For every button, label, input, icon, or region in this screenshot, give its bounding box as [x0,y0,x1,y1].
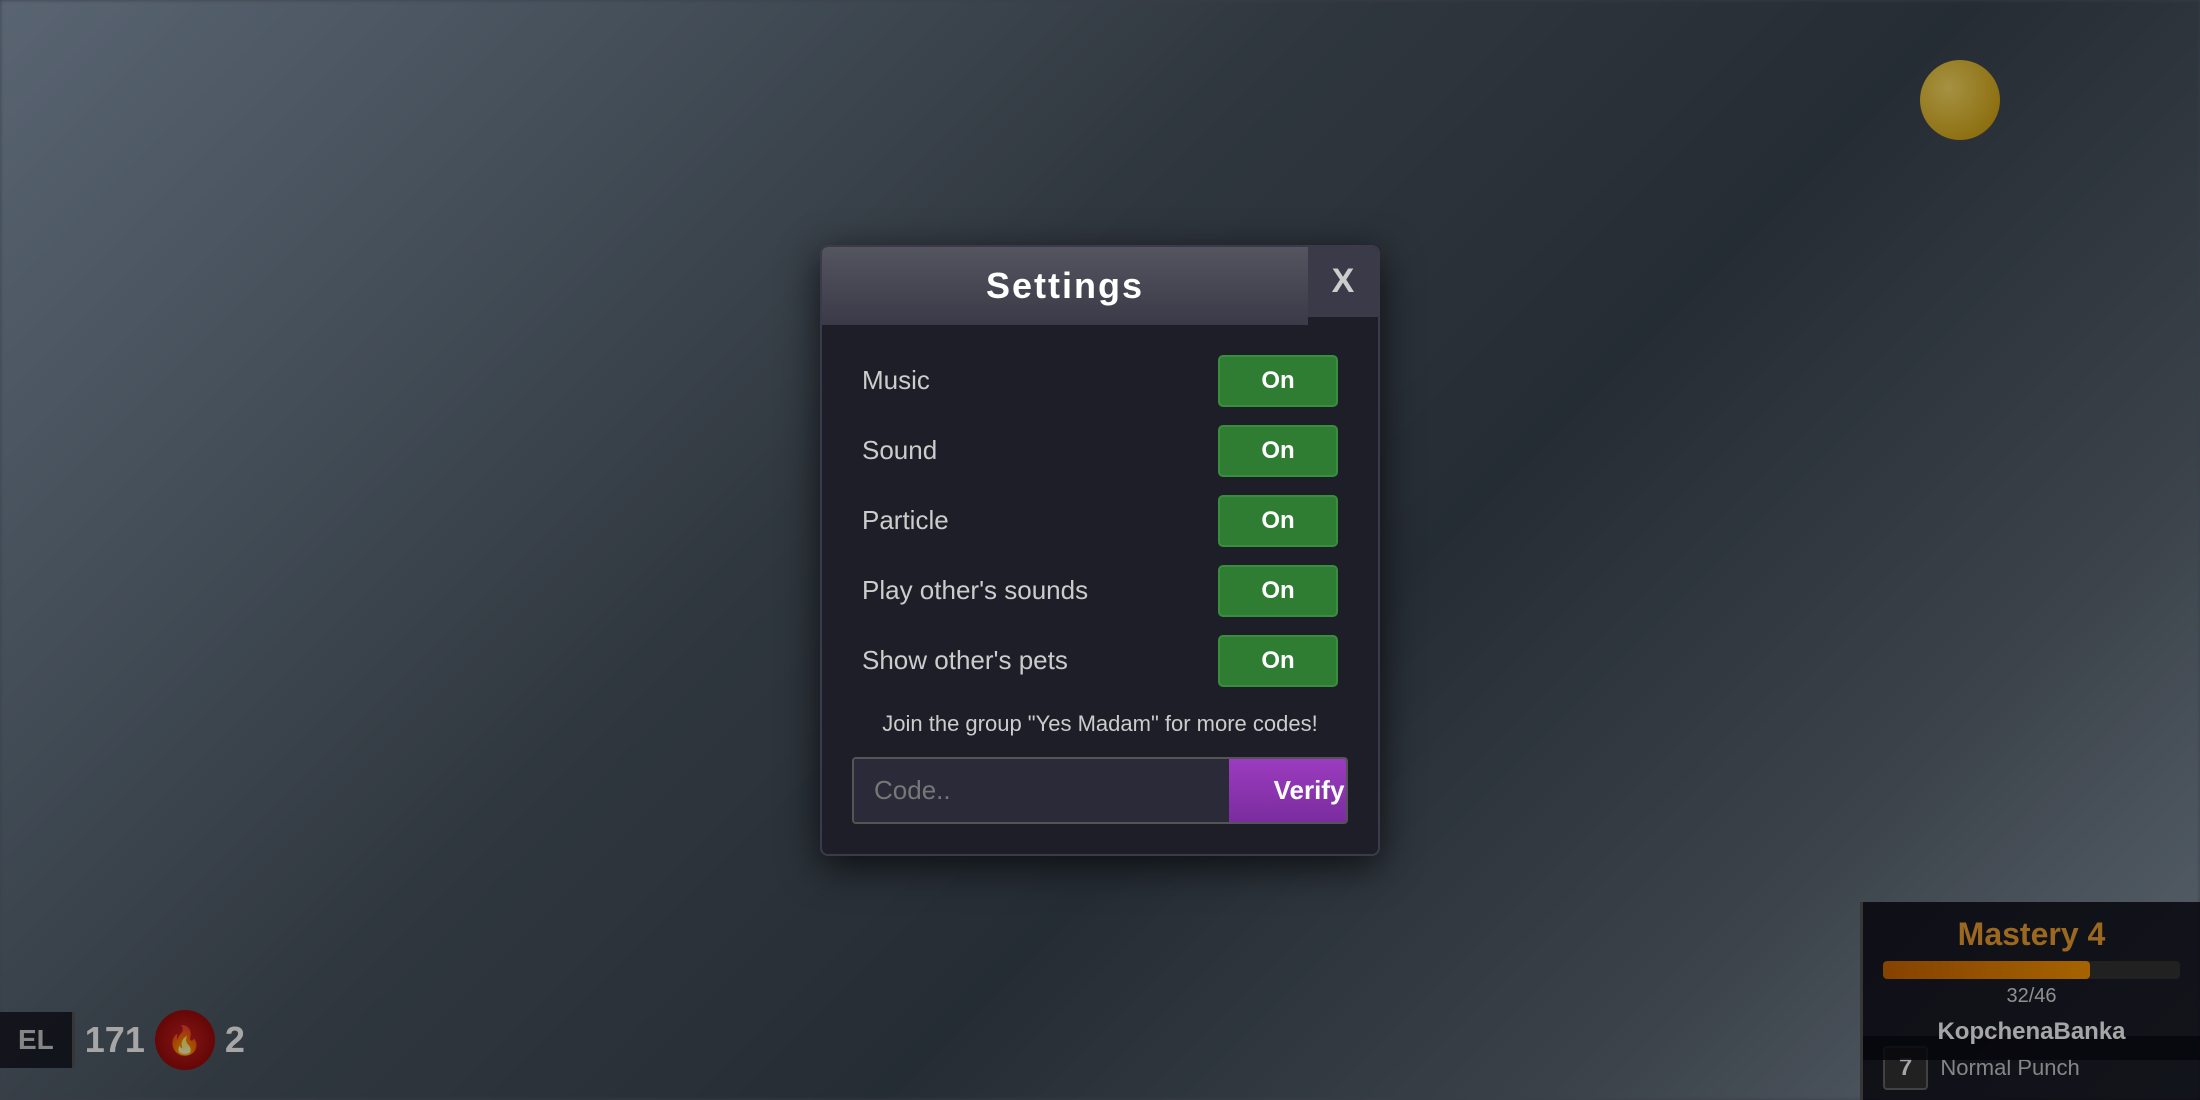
toggle-sound[interactable]: On [1218,425,1338,477]
setting-label-sound: Sound [862,435,937,466]
modal-header: Settings X [822,247,1378,325]
toggle-music[interactable]: On [1218,355,1338,407]
settings-list: Music On Sound On Particle On Play other… [822,355,1378,687]
setting-row-sound: Sound On [862,425,1338,477]
setting-label-particle: Particle [862,505,949,536]
setting-row-music: Music On [862,355,1338,407]
group-message: Join the group "Yes Madam" for more code… [862,711,1338,737]
modal-overlay: Settings X Music On Sound On Particle On… [0,0,2200,1100]
modal-title-bar: Settings [822,247,1308,325]
toggle-play-others-sounds[interactable]: On [1218,565,1338,617]
setting-label-music: Music [862,365,930,396]
toggle-show-others-pets[interactable]: On [1218,635,1338,687]
setting-row-play-others-sounds: Play other's sounds On [862,565,1338,617]
settings-modal: Settings X Music On Sound On Particle On… [820,245,1380,856]
close-button[interactable]: X [1308,247,1378,317]
modal-title: Settings [986,265,1144,306]
toggle-particle[interactable]: On [1218,495,1338,547]
setting-row-show-others-pets: Show other's pets On [862,635,1338,687]
close-icon: X [1332,262,1355,301]
setting-label-show-others-pets: Show other's pets [862,645,1068,676]
code-input-area: Verify [852,757,1348,824]
code-input[interactable] [854,759,1229,822]
verify-button[interactable]: Verify [1229,759,1348,822]
verify-label: Verify [1274,775,1345,805]
setting-label-play-others-sounds: Play other's sounds [862,575,1088,606]
setting-row-particle: Particle On [862,495,1338,547]
